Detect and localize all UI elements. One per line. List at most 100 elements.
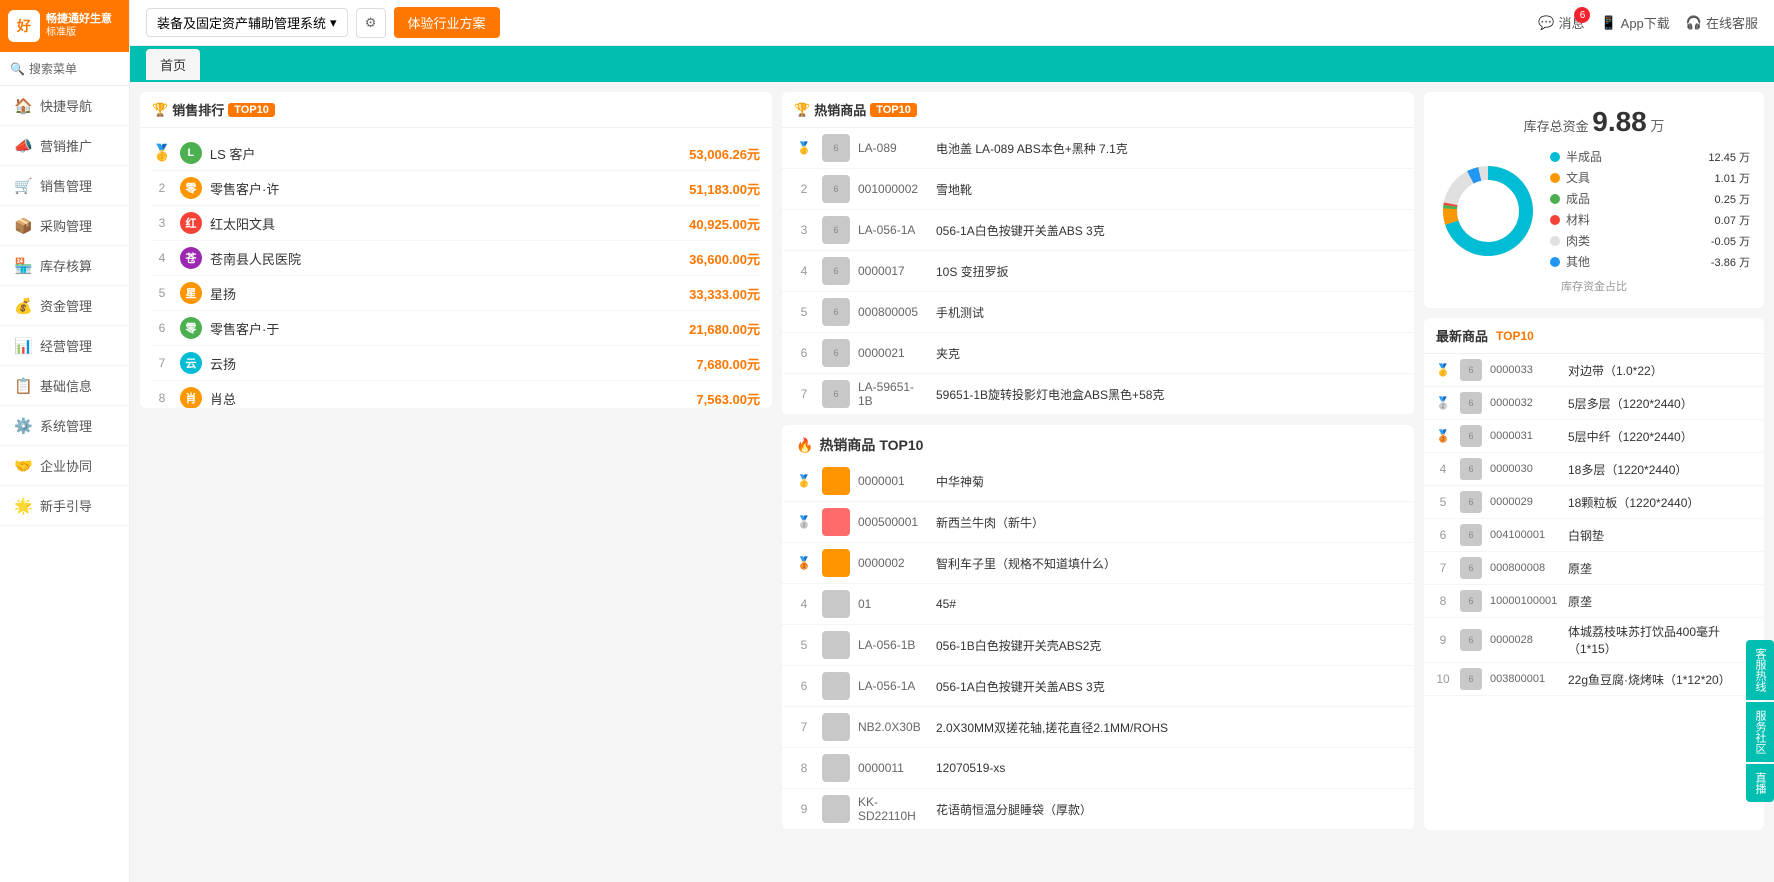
new-products-header: 最新商品 TOP10 (1424, 318, 1764, 354)
product-thumbnail (822, 631, 850, 659)
rank-badge: L (180, 142, 202, 164)
list-item: 8 0000011 12070519-xs (782, 748, 1414, 789)
sidebar-item-operations[interactable]: 📊 经营管理 (0, 326, 129, 366)
left-column: 🏆 销售排行 TOP10 🥇 L LS 客户 53,006.26元 (140, 92, 772, 830)
product-thumbnail: 6 (822, 380, 850, 408)
fire-icon: 🔥 (796, 437, 813, 454)
sidebar-logo: 好 畅捷通好生意 标准版 (0, 0, 129, 52)
product-thumbnail (822, 549, 850, 577)
product-thumbnail (822, 672, 850, 700)
product-icon: 6 (1460, 590, 1482, 612)
sidebar-item-guide[interactable]: 🌟 新手引导 (0, 486, 129, 526)
settings-button[interactable]: ⚙ (356, 8, 386, 38)
inventory-card: 库存总资金 9.88 万 (1424, 92, 1764, 308)
inventory-legend: 半成品 12.45 万 文具 1.01 万 成品 0.25 万 (1550, 148, 1750, 274)
product-thumbnail (822, 713, 850, 741)
sidebar-item-purchase[interactable]: 📦 采购管理 (0, 206, 129, 246)
top10-badge: TOP10 (228, 103, 275, 117)
rank-badge: 云 (180, 352, 202, 374)
page-tabs: 首页 (130, 46, 1774, 82)
topbar-right: 💬 消息 6 📱 App下载 🎧 在线客服 (1538, 13, 1758, 32)
legend-dot (1550, 236, 1560, 246)
table-row: 3 红 红太阳文具 40,925.00元 (152, 206, 760, 241)
product-icon: 6 (1460, 524, 1482, 546)
product-icon: 6 (1460, 359, 1482, 381)
inventory-label: 库存资金占比 (1438, 278, 1750, 294)
trophy-icon: 🏆 (794, 102, 810, 118)
topbar-left: 装备及固定资产辅助管理系统 ▾ ⚙ 体验行业方案 (146, 7, 500, 38)
list-item: 5 LA-056-1B 056-1B白色按键开关壳ABS2克 (782, 625, 1414, 666)
gear-icon: ⚙ (365, 15, 377, 31)
sidebar-item-system[interactable]: ⚙️ 系统管理 (0, 406, 129, 446)
list-item: 🥈 6 0000032 5层多层（1220*2440） (1424, 387, 1764, 420)
inventory-chart-area: 半成品 12.45 万 文具 1.01 万 成品 0.25 万 (1438, 148, 1750, 274)
rank-badge: 星 (180, 282, 202, 304)
mid-column: 🏆 热销商品 TOP10 🥇 6 LA-089 电池盖 LA-089 ABS本色… (782, 92, 1414, 830)
product-thumbnail: 6 (822, 134, 850, 162)
top10-badge: TOP10 (870, 103, 917, 117)
system-selector[interactable]: 装备及固定资产辅助管理系统 ▾ (146, 8, 348, 37)
sidebar-item-finance[interactable]: 💰 资金管理 (0, 286, 129, 326)
trophy-icon: 🏆 (152, 102, 168, 118)
online-service-button[interactable]: 🎧 在线客服 (1686, 13, 1758, 32)
message-icon: 💬 (1538, 15, 1554, 31)
hot-products-list: 🥇 0000001 中华神菊 🥈 000500001 新西兰牛肉（新牛） 🥉 (782, 461, 1414, 830)
customer-rankings-header: 🏆 销售排行 TOP10 (140, 92, 772, 128)
marketing-icon: 📣 (14, 137, 32, 155)
legend-dot (1550, 257, 1560, 267)
new-products-title: 最新商品 TOP10 (1436, 326, 1534, 345)
product-thumbnail (822, 754, 850, 782)
product-thumbnail: 6 (822, 216, 850, 244)
operations-icon: 📊 (14, 337, 32, 355)
float-customer-service[interactable]: 客服热线 (1746, 640, 1774, 700)
sidebar-item-marketing[interactable]: 📣 营销推广 (0, 126, 129, 166)
list-item: 🥇 6 LA-089 电池盖 LA-089 ABS本色+黑种 7.1克 (782, 128, 1414, 169)
new-products-card: 最新商品 TOP10 🥇 6 0000033 对边带（1.0*22） 🥈 6 0 (1424, 318, 1764, 830)
hot-products-right-title: 🏆 热销商品 TOP10 (794, 100, 917, 119)
app-download-button[interactable]: 📱 App下载 (1600, 13, 1669, 32)
list-item: 🥉 0000002 智利车子里（规格不知道填什么） (782, 543, 1414, 584)
float-service-community[interactable]: 服务社区 (1746, 702, 1774, 762)
list-item: 🥈 000500001 新西兰牛肉（新牛） (782, 502, 1414, 543)
product-icon: 6 (1460, 392, 1482, 414)
table-row: 8 肖 肖总 7,563.00元 (152, 381, 760, 408)
sidebar-item-sales[interactable]: 🛒 销售管理 (0, 166, 129, 206)
sidebar-search[interactable]: 🔍 搜索菜单 (0, 52, 129, 86)
legend-item: 半成品 12.45 万 (1550, 148, 1750, 165)
product-thumbnail (822, 508, 850, 536)
message-badge: 6 (1574, 7, 1590, 23)
topbar: 装备及固定资产辅助管理系统 ▾ ⚙ 体验行业方案 💬 消息 6 📱 App下载 … (130, 0, 1774, 46)
product-thumbnail (822, 467, 850, 495)
legend-dot (1550, 152, 1560, 162)
legend-item: 肉类 -0.05 万 (1550, 232, 1750, 249)
sidebar: 好 畅捷通好生意 标准版 🔍 搜索菜单 🏠 快捷导航 📣 营销推广 🛒 销售管理… (0, 0, 130, 882)
list-item: 8 6 10000100001 原垄 (1424, 585, 1764, 618)
list-item: 7 6 000800008 原垄 (1424, 552, 1764, 585)
legend-dot (1550, 215, 1560, 225)
sidebar-item-inventory[interactable]: 🏪 库存核算 (0, 246, 129, 286)
rank-badge: 苍 (180, 247, 202, 269)
rankings-table: 🥇 L LS 客户 53,006.26元 2 零 零售客户·许 51,183.0… (140, 128, 772, 408)
finance-icon: 💰 (14, 297, 32, 315)
main-content: 装备及固定资产辅助管理系统 ▾ ⚙ 体验行业方案 💬 消息 6 📱 App下载 … (130, 0, 1774, 882)
float-live-stream[interactable]: 直播 (1746, 764, 1774, 802)
hot-products-card: 🔥 热销商品 TOP10 🥇 0000001 中华神菊 🥈 000500001 (782, 425, 1414, 830)
float-buttons: 客服热线 服务社区 直播 (1746, 640, 1774, 802)
trial-button[interactable]: 体验行业方案 (394, 7, 500, 38)
customer-rankings-title: 🏆 销售排行 TOP10 (152, 100, 275, 119)
list-item: 4 6 0000030 18多层（1220*2440） (1424, 453, 1764, 486)
phone-icon: 📱 (1600, 15, 1616, 31)
list-item: 6 6 0000021 夹克 (782, 333, 1414, 374)
product-thumbnail: 6 (822, 175, 850, 203)
table-row: 5 星 星扬 33,333.00元 (152, 276, 760, 311)
list-item: 6 6 004100001 白钢垫 (1424, 519, 1764, 552)
messages-button[interactable]: 💬 消息 6 (1538, 13, 1584, 32)
sidebar-item-collab[interactable]: 🤝 企业协同 (0, 446, 129, 486)
list-item: 🥇 0000001 中华神菊 (782, 461, 1414, 502)
tab-home[interactable]: 首页 (146, 49, 200, 80)
list-item: 6 LA-056-1A 056-1A白色按键开关盖ABS 3克 (782, 666, 1414, 707)
product-icon: 6 (1460, 491, 1482, 513)
logo-icon: 好 (8, 10, 40, 42)
sidebar-item-basic-info[interactable]: 📋 基础信息 (0, 366, 129, 406)
sidebar-item-quick-nav[interactable]: 🏠 快捷导航 (0, 86, 129, 126)
